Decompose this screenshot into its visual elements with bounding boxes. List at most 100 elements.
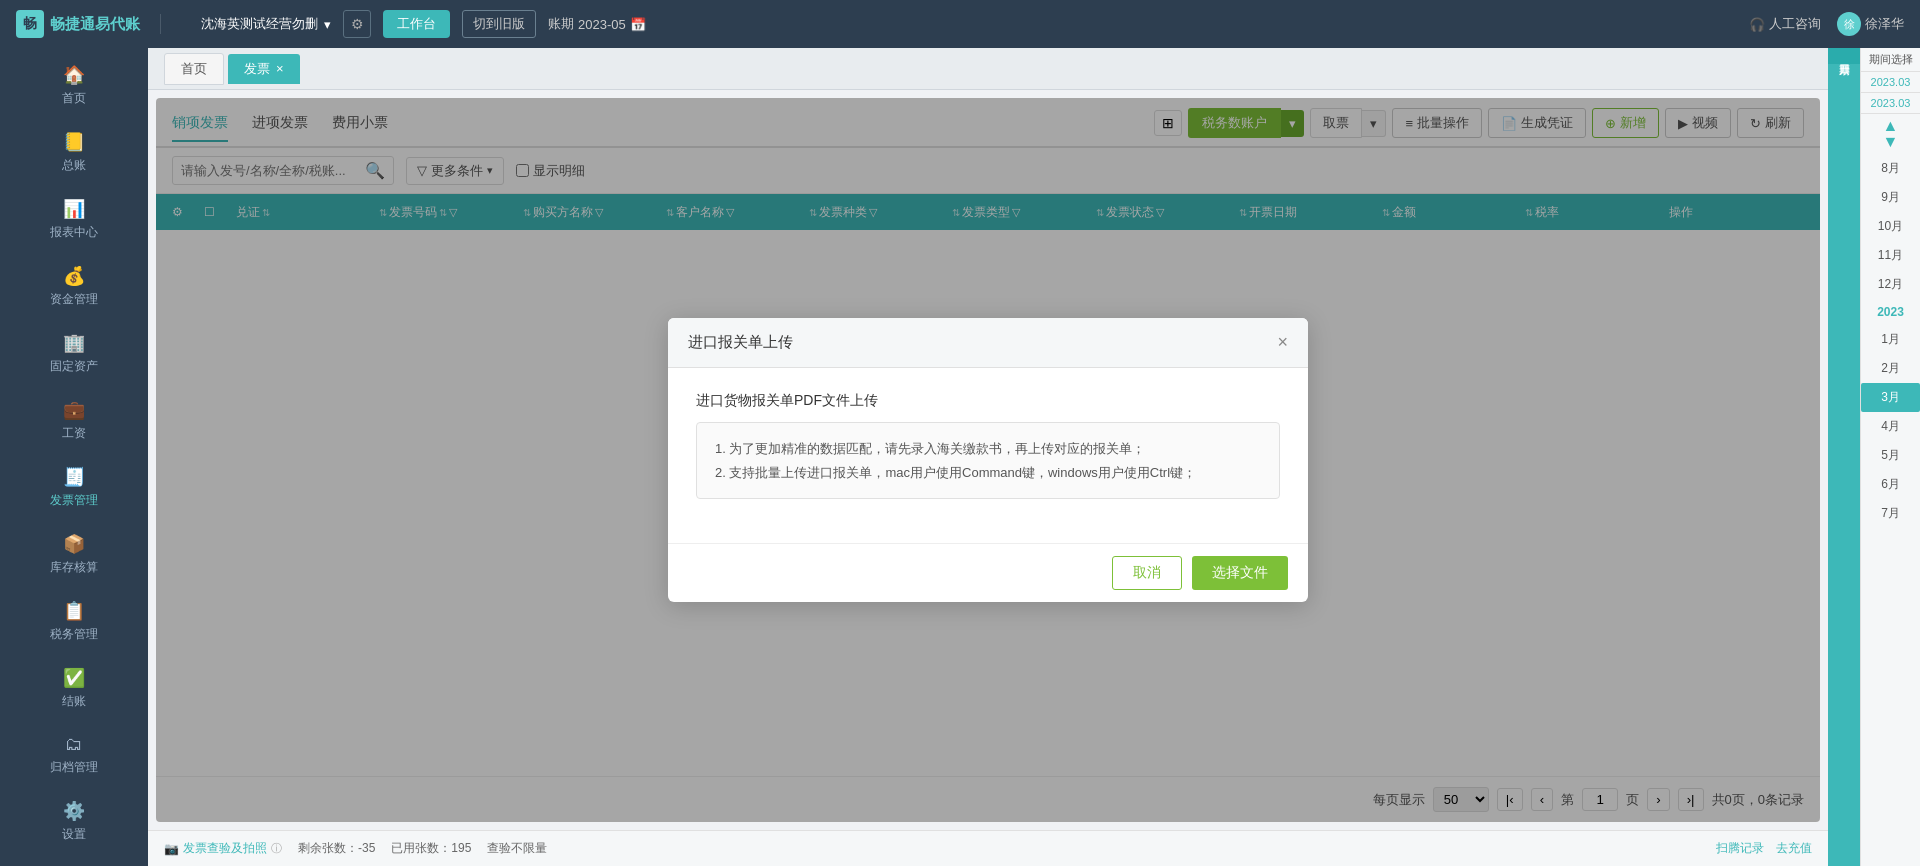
topbar: 畅 畅捷通易代账 沈海英测试经营勿删 ▾ ⚙ 工作台 切到旧版 账期 2023-…: [0, 0, 1920, 48]
period-month-11[interactable]: 11月: [1861, 241, 1920, 270]
period-month-4[interactable]: 4月: [1861, 412, 1920, 441]
status-bar-right: 扫腾记录 去充值: [1716, 840, 1812, 857]
period-month-5[interactable]: 5月: [1861, 441, 1920, 470]
period-value: 2023-05: [578, 17, 626, 32]
period-month-6[interactable]: 6月: [1861, 470, 1920, 499]
recharge-link[interactable]: 去充值: [1776, 840, 1812, 857]
scan-records-link[interactable]: 扫腾记录: [1716, 840, 1764, 857]
used-label: 已用张数：195: [391, 840, 471, 857]
period-month-12[interactable]: 12月: [1861, 270, 1920, 299]
app-logo: 畅 畅捷通易代账: [16, 10, 140, 38]
period-month-7[interactable]: 7月: [1861, 499, 1920, 528]
switch-old-btn[interactable]: 切到旧版: [462, 10, 536, 38]
sidebar-item-ledger[interactable]: 📒 总账: [0, 119, 148, 186]
modal-overlay: 进口报关单上传 × 进口货物报关单PDF文件上传 1. 为了更加精准的数据匹配，…: [156, 98, 1820, 822]
sidebar-label-settings: 设置: [62, 826, 86, 843]
modal-info-line1: 1. 为了更加精准的数据匹配，请先录入海关缴款书，再上传对应的报关单；: [715, 437, 1261, 460]
user-menu[interactable]: 徐 徐泽华: [1837, 12, 1904, 36]
company-dropdown-icon[interactable]: ▾: [324, 17, 331, 32]
sidebar-item-tax[interactable]: 📋 税务管理: [0, 588, 148, 655]
settings-nav-icon: ⚙️: [63, 800, 85, 822]
sidebar-item-reports[interactable]: 📊 报表中心: [0, 186, 148, 253]
home-icon: 🏠: [63, 64, 85, 86]
tax-icon: 📋: [63, 600, 85, 622]
modal-close-btn[interactable]: ×: [1277, 332, 1288, 353]
remaining-label: 剩余张数：-35: [298, 840, 375, 857]
user-name: 徐泽华: [1865, 15, 1904, 33]
app-name: 畅捷通易代账: [50, 15, 140, 34]
invoice-check-text: 发票查验及拍照: [183, 840, 267, 857]
right-panel: 开 票日期: [1828, 48, 1860, 866]
sidebar-item-settings[interactable]: ⚙️ 设置: [0, 788, 148, 855]
period-calendar-icon[interactable]: 📅: [630, 17, 646, 32]
sidebar-label-home: 首页: [62, 90, 86, 107]
page-content: 销项发票 进项发票 费用小票 ⊞ 税务数账户 ▾ 取票 ▾: [156, 98, 1820, 822]
topbar-right: 🎧 人工咨询 徐 徐泽华: [1749, 12, 1904, 36]
invoice-check-label[interactable]: 📷 发票查验及拍照 ⓘ: [164, 840, 282, 857]
sidebar-item-guide[interactable]: 📌 新手引导: [0, 855, 148, 866]
import-customs-modal: 进口报关单上传 × 进口货物报关单PDF文件上传 1. 为了更加精准的数据匹配，…: [668, 318, 1308, 602]
modal-body: 进口货物报关单PDF文件上传 1. 为了更加精准的数据匹配，请先录入海关缴款书，…: [668, 368, 1308, 543]
headset-icon: 🎧: [1749, 17, 1765, 32]
sidebar-label-assets: 固定资产: [50, 358, 98, 375]
capital-icon: 💰: [63, 265, 85, 287]
period-month-9[interactable]: 9月: [1861, 183, 1920, 212]
period-year-label1[interactable]: 2023.03: [1861, 72, 1920, 93]
salary-icon: 💼: [63, 399, 85, 421]
sidebar-label-inventory: 库存核算: [50, 559, 98, 576]
workspace-btn[interactable]: 工作台: [383, 10, 450, 38]
ledger-icon: 📒: [63, 131, 85, 153]
tab-invoice-label: 发票: [244, 60, 270, 78]
reports-icon: 📊: [63, 198, 85, 220]
status-bar: 📷 发票查验及拍照 ⓘ 剩余张数：-35 已用张数：195 查验不限量 扫腾记录…: [148, 830, 1828, 866]
tab-bar: 首页 发票 ×: [148, 48, 1828, 90]
modal-cancel-btn[interactable]: 取消: [1112, 556, 1182, 590]
sidebar-item-archive[interactable]: 🗂 归档管理: [0, 722, 148, 788]
sidebar-item-settle[interactable]: ✅ 结账: [0, 655, 148, 722]
period-year-2023[interactable]: 2023: [1861, 299, 1920, 325]
user-avatar-icon: 徐: [1837, 12, 1861, 36]
period-selector: 期间选择 2023.03 2023.03 ▲ ▼ 8月 9月 10月 11月 1…: [1860, 48, 1920, 866]
tab-invoice[interactable]: 发票 ×: [228, 54, 300, 84]
sidebar: 🏠 首页 📒 总账 📊 报表中心 💰 资金管理 🏢 固定资产 💼 工资 🧾 发票…: [0, 48, 148, 866]
settings-icon: ⚙: [351, 16, 364, 32]
period-arrows: ▲ ▼: [1883, 114, 1899, 154]
period-month-1[interactable]: 1月: [1861, 325, 1920, 354]
period-up-btn[interactable]: ▲: [1883, 118, 1899, 134]
company-name: 沈海英测试经营勿删: [201, 15, 318, 33]
period-year-label2[interactable]: 2023.03: [1861, 93, 1920, 114]
period-month-3[interactable]: 3月: [1861, 383, 1920, 412]
sidebar-item-assets[interactable]: 🏢 固定资产: [0, 320, 148, 387]
invoice-icon: 🧾: [63, 466, 85, 488]
tab-close-icon[interactable]: ×: [276, 61, 284, 76]
sidebar-item-home[interactable]: 🏠 首页: [0, 52, 148, 119]
modal-select-file-btn[interactable]: 选择文件: [1192, 556, 1288, 590]
sidebar-item-inventory[interactable]: 📦 库存核算: [0, 521, 148, 588]
sidebar-item-capital[interactable]: 💰 资金管理: [0, 253, 148, 320]
sidebar-label-settle: 结账: [62, 693, 86, 710]
help-label: 人工咨询: [1769, 15, 1821, 33]
content-area: 首页 发票 × 销项发票 进项发票 费用小票 ⊞ 税务数账户 ▾: [148, 48, 1828, 866]
settle-icon: ✅: [63, 667, 85, 689]
info-icon: ⓘ: [271, 841, 282, 856]
sidebar-label-tax: 税务管理: [50, 626, 98, 643]
period-month-10[interactable]: 10月: [1861, 212, 1920, 241]
open-date-btn[interactable]: 开 票日期: [1828, 48, 1860, 64]
period-month-2[interactable]: 2月: [1861, 354, 1920, 383]
archive-icon: 🗂: [65, 734, 83, 755]
company-selector[interactable]: 沈海英测试经营勿删 ▾: [201, 15, 331, 33]
sidebar-item-salary[interactable]: 💼 工资: [0, 387, 148, 454]
modal-footer: 取消 选择文件: [668, 543, 1308, 602]
period-month-8[interactable]: 8月: [1861, 154, 1920, 183]
sidebar-label-ledger: 总账: [62, 157, 86, 174]
tab-home[interactable]: 首页: [164, 53, 224, 85]
modal-title: 进口报关单上传: [688, 333, 793, 352]
help-btn[interactable]: 🎧 人工咨询: [1749, 15, 1821, 33]
period-label: 账期: [548, 15, 574, 33]
period-down-btn[interactable]: ▼: [1883, 134, 1899, 150]
check-unlimited-label: 查验不限量: [487, 840, 547, 857]
period-display: 账期 2023-05 📅: [548, 15, 646, 33]
sidebar-label-capital: 资金管理: [50, 291, 98, 308]
company-settings-btn[interactable]: ⚙: [343, 10, 371, 38]
sidebar-item-invoice[interactable]: 🧾 发票管理: [0, 454, 148, 521]
